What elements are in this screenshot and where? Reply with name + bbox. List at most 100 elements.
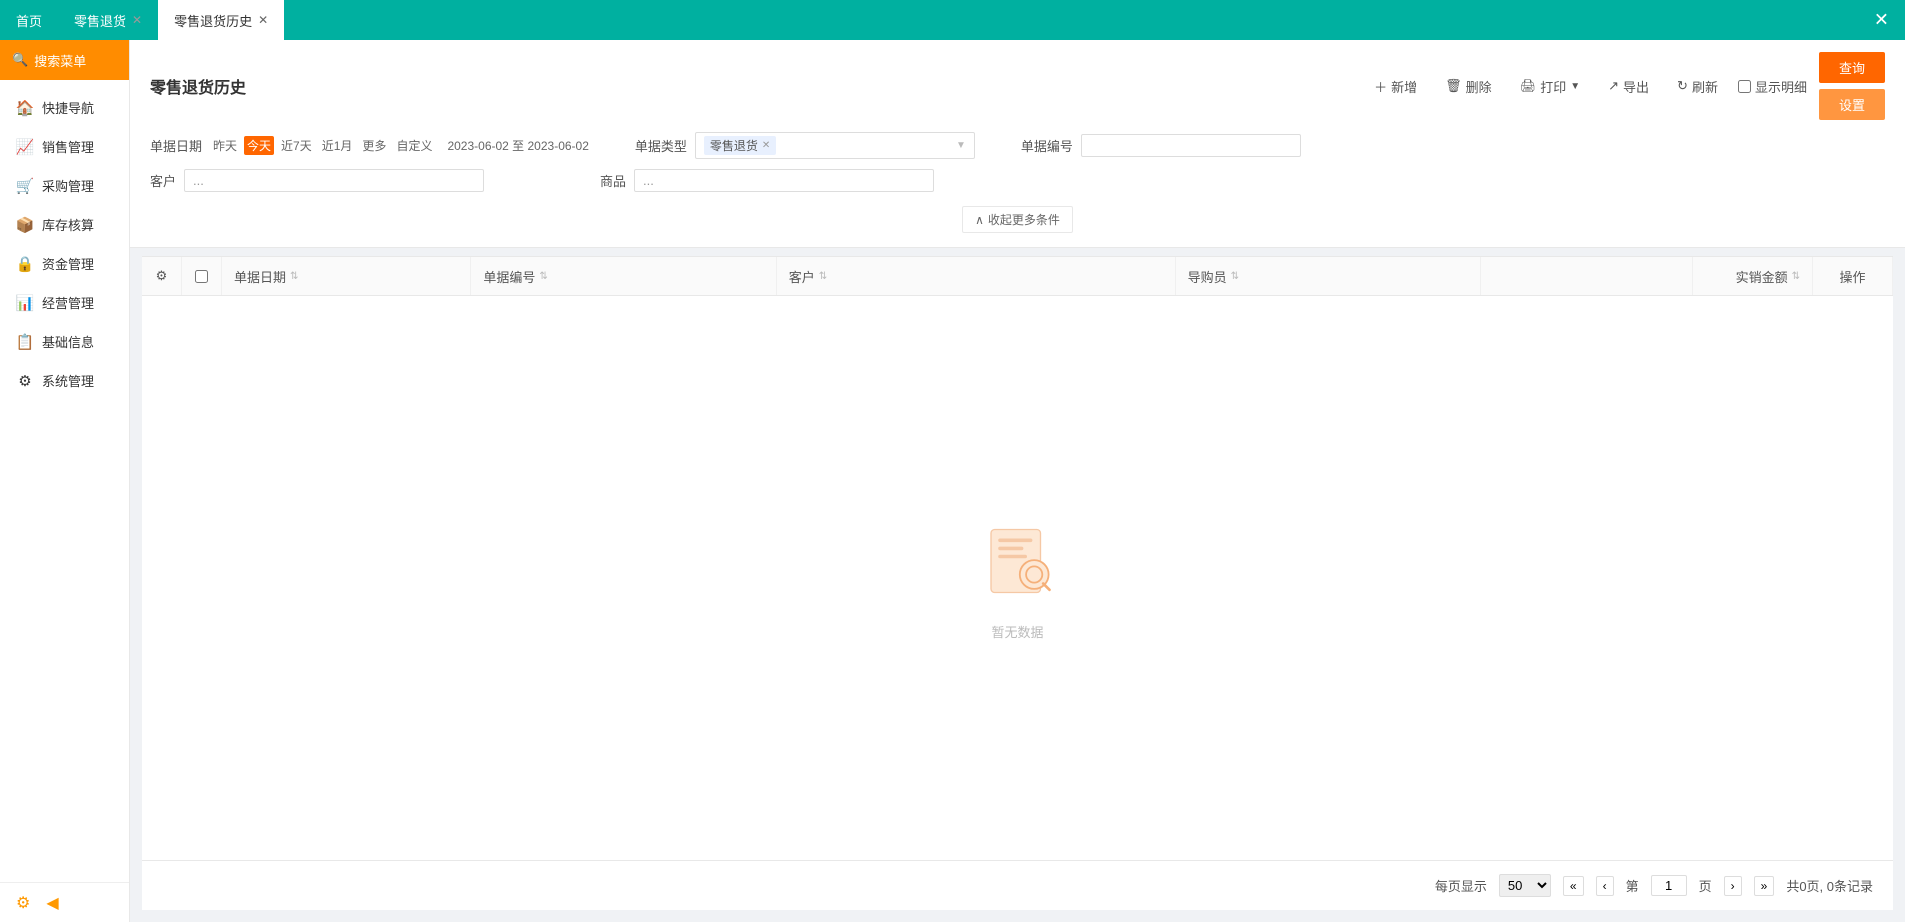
show-detail-checkbox[interactable] [1738,80,1751,93]
customer-input[interactable]: ... [184,169,484,192]
page-size-label: 每页显示 [1435,876,1487,895]
collapse-label: 收起更多条件 [988,211,1060,228]
bill-type-tag: 零售退货 ✕ [704,136,776,155]
operations-icon: 📊 [16,294,34,312]
layout: 🔍 搜索菜单 🏠 快捷导航 📈 销售管理 🛒 采购管理 📦 库存核算 🔒 [0,40,1905,922]
shortcut-7days[interactable]: 近7天 [278,136,315,155]
delete-button[interactable]: 🗑 删除 [1437,73,1500,100]
th-billno-sort-icon[interactable]: ⇅ [539,271,547,282]
bill-no-label: 单据编号 [1021,136,1073,155]
th-amount-sort-icon[interactable]: ⇅ [1792,271,1800,282]
shortcut-yesterday[interactable]: 昨天 [210,136,240,155]
shortcut-today[interactable]: 今天 [244,136,274,155]
shortcut-1month[interactable]: 近1月 [319,136,356,155]
date-filter: 单据日期 昨天 今天 近7天 近1月 更多 自定义 2023-06-02 至 2… [150,136,589,155]
th-checkbox[interactable] [182,257,222,295]
bill-type-select[interactable]: 零售退货 ✕ ▼ [695,132,975,159]
date-shortcuts: 昨天 今天 近7天 近1月 更多 自定义 [210,136,435,155]
show-detail-label: 显示明细 [1738,77,1807,96]
sidebar-item-purchase[interactable]: 🛒 采购管理 [0,166,129,205]
th-settings[interactable]: ⚙ [142,257,182,295]
th-customer-sort-icon[interactable]: ⇅ [819,271,827,282]
topbar-tabs: + 新增 首页 零售退货 ✕ 零售退货历史 ✕ [0,0,1905,40]
tab-retail-return-history[interactable]: 零售退货历史 ✕ [158,0,284,40]
th-spacer [1481,257,1693,295]
customer-filter-label: 客户 [150,171,176,190]
sidebar-item-quick-nav-label: 快捷导航 [42,98,94,117]
th-billno-label: 单据编号 [483,267,535,286]
settings-button[interactable]: 设置 [1819,89,1885,120]
delete-icon: 🗑 [1445,78,1462,94]
collapse-sidebar-icon[interactable]: ◀ [46,893,58,913]
tab-retail-return-history-close[interactable]: ✕ [258,13,268,27]
delete-label: 删除 [1466,77,1492,96]
page-unit: 页 [1699,876,1712,895]
sidebar-item-finance-label: 资金管理 [42,254,94,273]
filter-row-1: 单据日期 昨天 今天 近7天 近1月 更多 自定义 2023-06-02 至 2… [150,132,1885,159]
sidebar-item-operations[interactable]: 📊 经营管理 [0,283,129,322]
goods-input[interactable]: ... [634,169,934,192]
inventory-icon: 📦 [16,216,34,234]
tab-retail-return-history-label: 零售退货历史 [174,11,252,30]
new-button[interactable]: ＋ 新增 [1366,73,1425,100]
collapse-button[interactable]: ∧ 收起更多条件 [962,206,1073,233]
bill-no-input[interactable] [1081,134,1301,157]
new-label: 新增 [1391,77,1417,96]
goods-filter-label: 商品 [600,171,626,190]
settings-icon[interactable]: ⚙ [16,893,30,913]
tab-retail-return-close[interactable]: ✕ [132,13,142,27]
refresh-button[interactable]: ↻ 刷新 [1669,73,1726,100]
page-size-select[interactable]: 50 100 200 [1499,874,1551,897]
page-title: 零售退货历史 [150,74,246,98]
print-dropdown-icon: ▼ [1570,81,1580,92]
print-button[interactable]: 🖨 打印 ▼ [1512,73,1588,100]
th-guide-label: 导购员 [1188,267,1227,286]
select-all-checkbox[interactable] [195,270,208,283]
th-billno: 单据编号 ⇅ [471,257,776,295]
sidebar-item-finance[interactable]: 🔒 资金管理 [0,244,129,283]
bill-type-value: 零售退货 [710,137,758,154]
sidebar-search[interactable]: 🔍 搜索菜单 [0,40,129,80]
print-label: 打印 [1540,77,1566,96]
bill-no-filter: 单据编号 [1021,134,1301,157]
basic-info-icon: 📋 [16,333,34,351]
th-customer-label: 客户 [789,267,815,286]
sidebar-item-system[interactable]: ⚙ 系统管理 [0,361,129,400]
goods-filter: 商品 ... [600,169,934,192]
empty-state: 暂无数据 [142,296,1893,860]
table-header: ⚙ 单据日期 ⇅ 单据编号 ⇅ 客户 ⇅ [142,256,1893,296]
page-number-input[interactable] [1651,875,1687,896]
customer-filter: 客户 ... [150,169,484,192]
sidebar-search-label: 搜索菜单 [34,51,86,70]
bill-type-tag-close[interactable]: ✕ [762,140,770,151]
export-button[interactable]: ↗ 导出 [1600,73,1657,100]
th-action-label: 操作 [1839,267,1865,286]
sidebar-item-basic-info[interactable]: 📋 基础信息 [0,322,129,361]
bill-type-filter: 单据类型 零售退货 ✕ ▼ [635,132,975,159]
th-amount-label: 实销金额 [1736,267,1788,286]
search-icon: 🔍 [12,52,28,68]
page-label: 第 [1626,876,1639,895]
th-date-sort-icon[interactable]: ⇅ [290,271,298,282]
main: 零售退货历史 ＋ 新增 🗑 删除 🖨 打印 ▼ [130,40,1905,922]
th-guide-sort-icon[interactable]: ⇅ [1231,271,1239,282]
tab-retail-return[interactable]: 零售退货 ✕ [58,0,158,40]
system-icon: ⚙ [16,372,34,390]
next-page-button[interactable]: › [1724,876,1742,896]
sidebar-item-inventory[interactable]: 📦 库存核算 [0,205,129,244]
shortcut-custom[interactable]: 自定义 [393,136,435,155]
sidebar: 🔍 搜索菜单 🏠 快捷导航 📈 销售管理 🛒 采购管理 📦 库存核算 🔒 [0,40,130,922]
window-close-button[interactable]: ✕ [1874,10,1889,31]
collapse-icon: ∧ [975,213,984,227]
collapse-row: ∧ 收起更多条件 [150,202,1885,237]
prev-page-button[interactable]: ‹ [1596,876,1614,896]
query-button[interactable]: 查询 [1819,52,1885,83]
sidebar-bottom: ⚙ ◀ [0,882,129,922]
first-page-button[interactable]: « [1563,876,1584,896]
last-page-button[interactable]: » [1754,876,1775,896]
sidebar-item-purchase-label: 采购管理 [42,176,94,195]
tab-home[interactable]: + 新增 首页 [0,0,58,40]
sidebar-item-sales[interactable]: 📈 销售管理 [0,127,129,166]
sidebar-item-quick-nav[interactable]: 🏠 快捷导航 [0,88,129,127]
shortcut-more[interactable]: 更多 [359,136,389,155]
